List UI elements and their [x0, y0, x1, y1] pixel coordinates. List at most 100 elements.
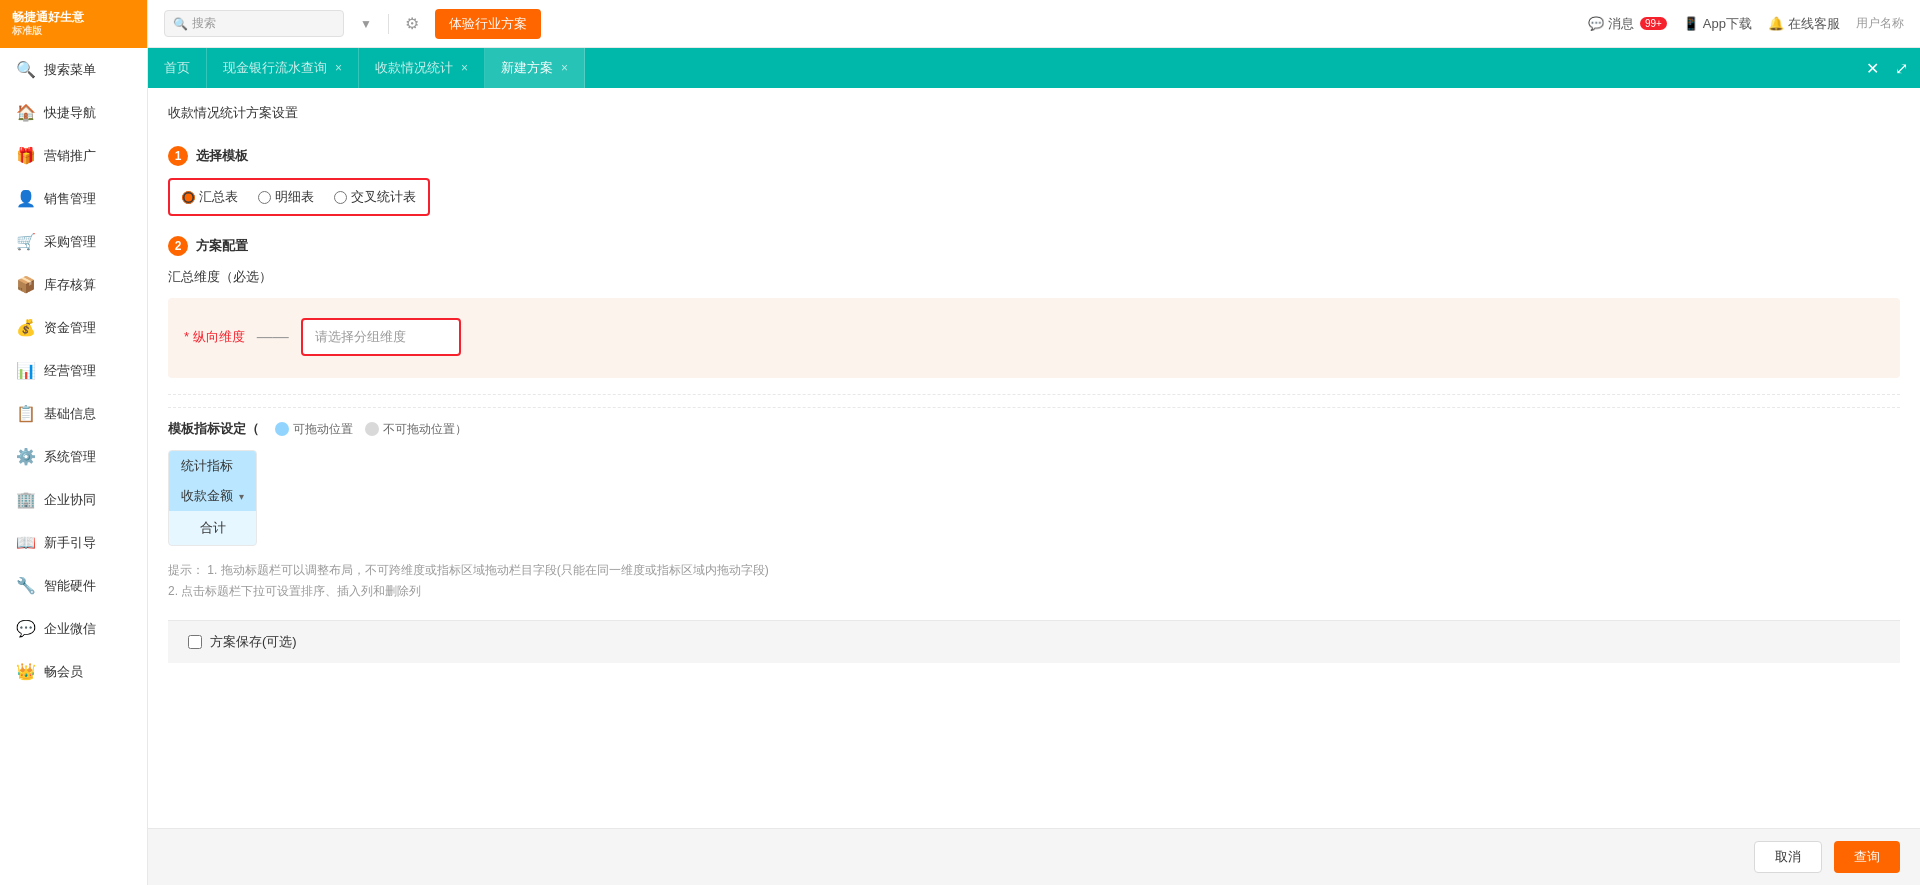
metrics-item-name: 收款金额: [181, 487, 233, 505]
sidebar-item-system[interactable]: ⚙️ 系统管理: [0, 435, 147, 478]
page-content: 收款情况统计方案设置 1 选择模板 汇总表 明细表: [148, 88, 1920, 828]
topbar: 🔍 搜索 ▼ ⚙ 体验行业方案 💬 消息 99+ 📱 App下载 🔔 在线客服 …: [148, 0, 1920, 48]
sidebar-item-basic-info[interactable]: 📋 基础信息: [0, 392, 147, 435]
sidebar-item-label: 采购管理: [44, 233, 96, 251]
tab-receipt-stats[interactable]: 收款情况统计 ×: [359, 48, 485, 88]
section2-num: 2: [168, 236, 188, 256]
draggable-hint: 可拖动位置 不可拖动位置）: [275, 421, 467, 438]
metrics-header: 模板指标设定（ 可拖动位置 不可拖动位置）: [168, 420, 1900, 438]
sidebar-item-member[interactable]: 👑 畅会员: [0, 650, 147, 693]
dimension-select[interactable]: 请选择分组维度: [301, 318, 461, 356]
sidebar-item-inventory[interactable]: 📦 库存核算: [0, 263, 147, 306]
sidebar-item-label: 资金管理: [44, 319, 96, 337]
app-download-item[interactable]: 📱 App下载: [1683, 15, 1752, 33]
main-area: 🔍 搜索 ▼ ⚙ 体验行业方案 💬 消息 99+ 📱 App下载 🔔 在线客服 …: [148, 0, 1920, 885]
expand-window-icon[interactable]: ⤢: [1891, 55, 1912, 82]
query-button[interactable]: 查询: [1834, 841, 1900, 873]
home-icon: 🏠: [16, 103, 36, 122]
radio-summary-input[interactable]: [182, 191, 195, 204]
sidebar-item-hardware[interactable]: 🔧 智能硬件: [0, 564, 147, 607]
non-draggable-label: 不可拖动位置）: [383, 421, 467, 438]
list-icon: 📋: [16, 404, 36, 423]
tab-bank-flow-label: 现金银行流水查询: [223, 59, 327, 77]
tab-receipt-stats-close-icon[interactable]: ×: [461, 61, 468, 75]
tips-section: 提示： 1. 拖动标题栏可以调整布局，不可跨维度或指标区域拖动栏目字段(只能在同…: [168, 562, 1900, 600]
sidebar-item-label: 库存核算: [44, 276, 96, 294]
sidebar-item-purchase[interactable]: 🛒 采购管理: [0, 220, 147, 263]
non-draggable-dot: [365, 422, 379, 436]
sidebar-item-wechat[interactable]: 💬 企业微信: [0, 607, 147, 650]
radio-summary-label: 汇总表: [199, 188, 238, 206]
radio-detail-label: 明细表: [275, 188, 314, 206]
sidebar-item-enterprise[interactable]: 🏢 企业协同: [0, 478, 147, 521]
tabbar-actions: ✕ ⤢: [1862, 55, 1920, 82]
dimension-row-label: 纵向维度: [184, 328, 245, 346]
search-box[interactable]: 🔍 搜索: [164, 10, 344, 37]
tab-bank-flow[interactable]: 现金银行流水查询 ×: [207, 48, 359, 88]
section2-title: 方案配置: [196, 237, 248, 255]
messages-badge: 99+: [1640, 17, 1667, 30]
search-placeholder: 搜索: [192, 15, 216, 32]
tab-new-plan[interactable]: 新建方案 ×: [485, 48, 585, 88]
section1-title: 选择模板: [196, 147, 248, 165]
chevron-down-icon[interactable]: ▾: [239, 491, 244, 502]
building-icon: 🏢: [16, 490, 36, 509]
chat-icon: 💬: [16, 619, 36, 638]
cancel-button[interactable]: 取消: [1754, 841, 1822, 873]
radio-cross[interactable]: 交叉统计表: [334, 188, 416, 206]
sidebar-item-guide[interactable]: 📖 新手引导: [0, 521, 147, 564]
sidebar-item-operations[interactable]: 📊 经营管理: [0, 349, 147, 392]
dimension-section-title: 汇总维度（必选）: [168, 268, 1900, 286]
metrics-item-header[interactable]: 收款金额 ▾: [169, 481, 256, 511]
section1-header: 1 选择模板: [168, 146, 1900, 166]
sidebar-item-finance[interactable]: 💰 资金管理: [0, 306, 147, 349]
sidebar-item-sales[interactable]: 👤 销售管理: [0, 177, 147, 220]
draggable-label: 可拖动位置: [293, 421, 353, 438]
hardware-icon: 🔧: [16, 576, 36, 595]
save-checkbox[interactable]: [188, 635, 202, 649]
template-options-box: 汇总表 明细表 交叉统计表: [168, 178, 430, 216]
close-window-icon[interactable]: ✕: [1862, 55, 1883, 82]
dimension-area: 纵向维度 —— 请选择分组维度: [168, 298, 1900, 378]
tab-new-plan-label: 新建方案: [501, 59, 553, 77]
box-icon: 📦: [16, 275, 36, 294]
draggable-dot: [275, 422, 289, 436]
content-area: 收款情况统计方案设置 1 选择模板 汇总表 明细表: [148, 88, 1920, 828]
service-icon: 🔔: [1768, 16, 1784, 31]
section-divider: [168, 394, 1900, 395]
sidebar-item-label: 畅会员: [44, 663, 83, 681]
radio-detail-input[interactable]: [258, 191, 271, 204]
sidebar-item-label: 销售管理: [44, 190, 96, 208]
sidebar-logo-name: 畅捷通好生意: [12, 10, 84, 24]
chart-icon: 📊: [16, 361, 36, 380]
dropdown-arrow-icon[interactable]: ▼: [360, 17, 372, 31]
sidebar-item-label: 系统管理: [44, 448, 96, 466]
user-icon: 👤: [16, 189, 36, 208]
username-item[interactable]: 用户名称: [1856, 15, 1904, 32]
radio-summary[interactable]: 汇总表: [182, 188, 238, 206]
sidebar-item-search-menu[interactable]: 🔍 搜索菜单: [0, 48, 147, 91]
section-template: 1 选择模板 汇总表 明细表 交叉统计表: [168, 146, 1900, 216]
radio-cross-label: 交叉统计表: [351, 188, 416, 206]
sidebar-logo-sub: 标准版: [12, 24, 84, 38]
sidebar-item-marketing[interactable]: 🎁 营销推广: [0, 134, 147, 177]
settings-icon[interactable]: ⚙: [405, 14, 419, 33]
metrics-group-name: 统计指标: [181, 457, 233, 475]
search-icon: 🔍: [173, 17, 188, 31]
sidebar-item-quick-nav[interactable]: 🏠 快捷导航: [0, 91, 147, 134]
radio-detail[interactable]: 明细表: [258, 188, 314, 206]
metrics-group: 统计指标 收款金额 ▾ 合计: [168, 450, 257, 546]
sidebar-item-label: 企业协同: [44, 491, 96, 509]
tab-home[interactable]: 首页: [148, 48, 207, 88]
section-config: 2 方案配置 汇总维度（必选） 纵向维度 —— 请选择分组维度: [168, 236, 1900, 600]
trial-button[interactable]: 体验行业方案: [435, 9, 541, 39]
cart-icon: 🛒: [16, 232, 36, 251]
tab-bank-flow-close-icon[interactable]: ×: [335, 61, 342, 75]
messages-item[interactable]: 💬 消息 99+: [1588, 15, 1667, 33]
radio-cross-input[interactable]: [334, 191, 347, 204]
tab-receipt-stats-label: 收款情况统计: [375, 59, 453, 77]
book-icon: 📖: [16, 533, 36, 552]
metrics-group-header[interactable]: 统计指标: [169, 451, 256, 481]
online-service-item[interactable]: 🔔 在线客服: [1768, 15, 1840, 33]
tab-new-plan-close-icon[interactable]: ×: [561, 61, 568, 75]
